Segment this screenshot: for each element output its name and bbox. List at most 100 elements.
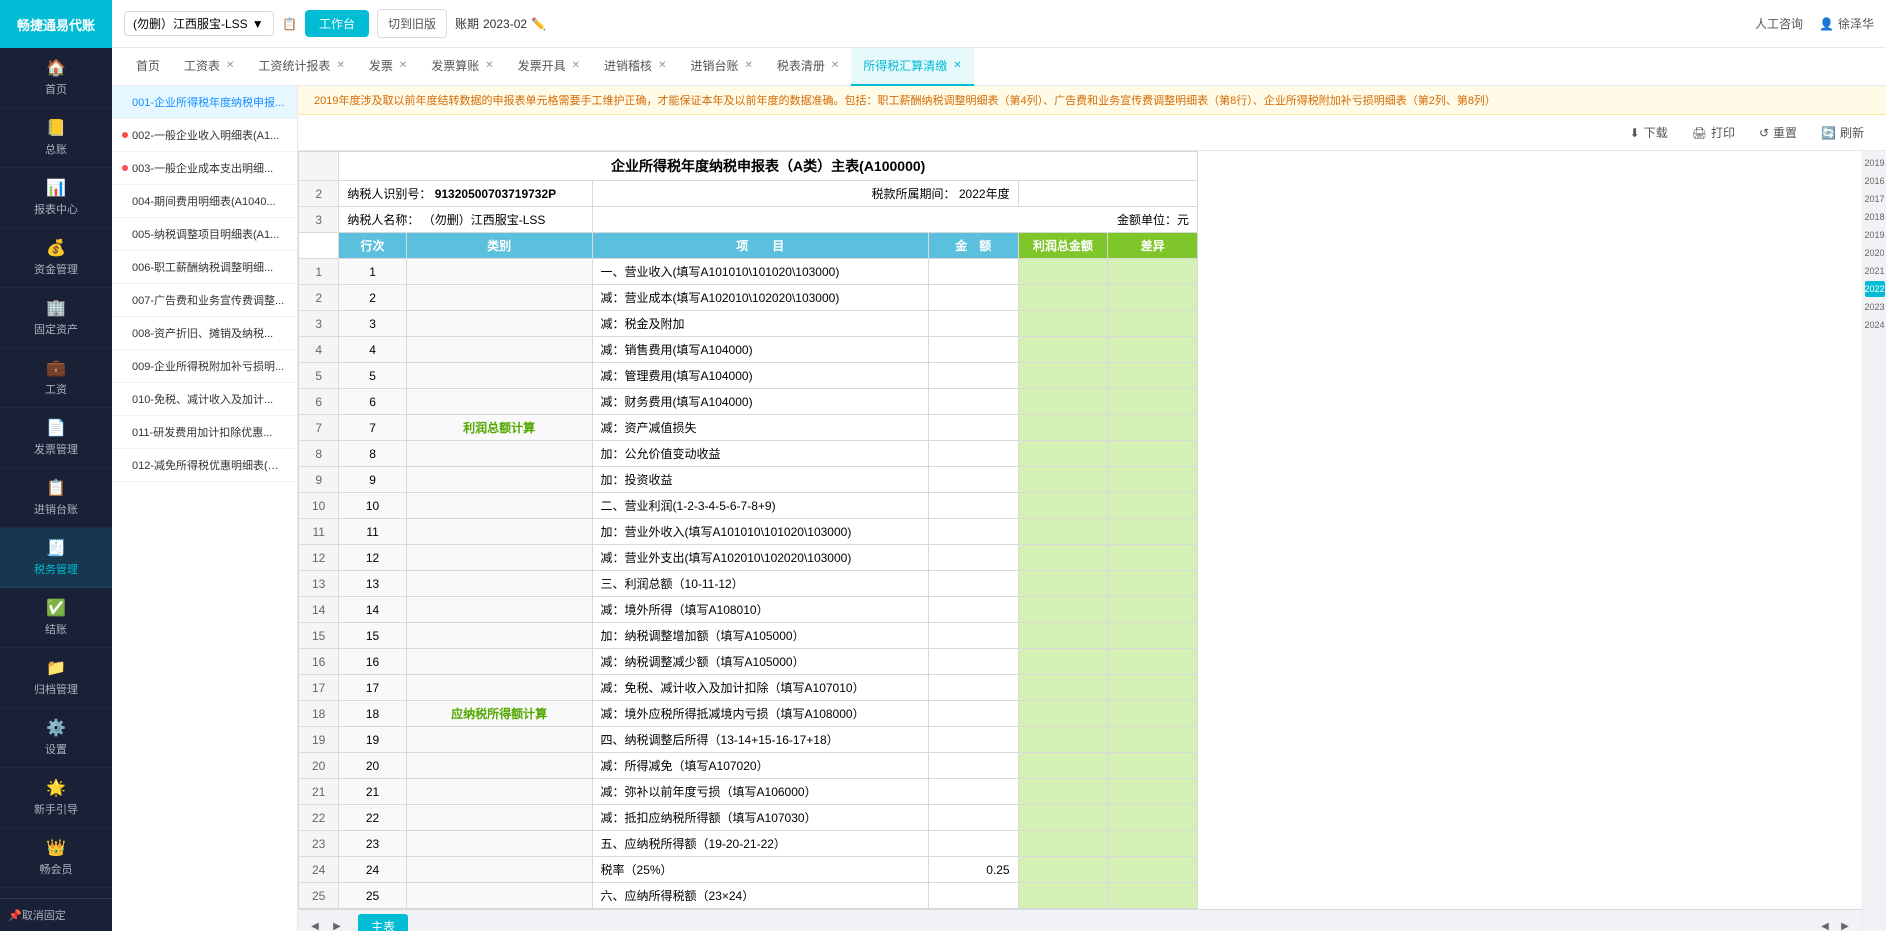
row-lirun-0[interactable]	[1018, 259, 1108, 285]
sidebar-item-general-ledger[interactable]: 📒总账	[0, 108, 112, 168]
row-chaiyi-8[interactable]	[1108, 467, 1198, 493]
row-chaiyi-17[interactable]	[1108, 701, 1198, 727]
tab-purchase-verify[interactable]: 进销稽核✕	[592, 48, 678, 86]
refresh-button[interactable]: 🔄 刷新	[1815, 121, 1870, 144]
edit-icon[interactable]: ✏️	[531, 17, 546, 31]
scroll-left[interactable]: ◀	[1816, 918, 1834, 931]
row-chaiyi-14[interactable]	[1108, 623, 1198, 649]
row-value-9[interactable]	[928, 493, 1018, 519]
row-chaiyi-7[interactable]	[1108, 441, 1198, 467]
row-lirun-5[interactable]	[1018, 389, 1108, 415]
list-item-006[interactable]: 006-职工薪酬纳税调整明细...	[112, 251, 297, 284]
tab-payroll[interactable]: 工资表✕	[172, 48, 246, 86]
tab-invoice-open[interactable]: 发票开具✕	[506, 48, 592, 86]
sidebar-item-settlement[interactable]: ✅结账	[0, 588, 112, 648]
row-value-6[interactable]	[928, 415, 1018, 441]
sidebar-item-tax-mgmt[interactable]: 🧾税务管理	[0, 528, 112, 588]
row-chaiyi-6[interactable]	[1108, 415, 1198, 441]
row-lirun-15[interactable]	[1018, 649, 1108, 675]
list-item-005[interactable]: 005-纳税调整项目明细表(A1...	[112, 218, 297, 251]
row-value-7[interactable]	[928, 441, 1018, 467]
row-lirun-10[interactable]	[1018, 519, 1108, 545]
prev-sheet[interactable]: ◀	[306, 918, 324, 931]
sheet-tab-main[interactable]: 主表	[358, 914, 408, 931]
row-value-14[interactable]	[928, 623, 1018, 649]
close-tab-tax-clear[interactable]: ✕	[831, 60, 839, 71]
tab-income-tax-calc[interactable]: 所得税汇算清缴✕	[851, 48, 973, 86]
row-chaiyi-21[interactable]	[1108, 805, 1198, 831]
row-lirun-19[interactable]	[1018, 753, 1108, 779]
timeline-year-2024[interactable]: 2024	[1865, 317, 1885, 333]
switch-version-button[interactable]: 切到旧版	[377, 9, 447, 38]
company-selector[interactable]: (勿删）江西服宝-LSS ▼	[124, 11, 274, 36]
row-lirun-14[interactable]	[1018, 623, 1108, 649]
row-chaiyi-11[interactable]	[1108, 545, 1198, 571]
scroll-right[interactable]: ▶	[1836, 918, 1854, 931]
row-value-0[interactable]	[928, 259, 1018, 285]
list-item-012[interactable]: 012-减免所得税优惠明细表(…	[112, 449, 297, 482]
human-service[interactable]: 人工咨询	[1755, 15, 1803, 32]
close-tab-payroll-stats[interactable]: ✕	[336, 60, 344, 71]
close-tab-purchase-verify[interactable]: ✕	[658, 60, 666, 71]
row-chaiyi-18[interactable]	[1108, 727, 1198, 753]
row-chaiyi-3[interactable]	[1108, 337, 1198, 363]
row-lirun-6[interactable]	[1018, 415, 1108, 441]
row-chaiyi-9[interactable]	[1108, 493, 1198, 519]
row-value-22[interactable]	[928, 831, 1018, 857]
row-value-21[interactable]	[928, 805, 1018, 831]
tab-payroll-stats[interactable]: 工资统计报表✕	[246, 48, 356, 86]
row-lirun-24[interactable]	[1018, 883, 1108, 909]
sidebar-item-archive-mgmt[interactable]: 📁归档管理	[0, 648, 112, 708]
tab-invoice[interactable]: 发票✕	[357, 48, 419, 86]
row-lirun-13[interactable]	[1018, 597, 1108, 623]
row-value-15[interactable]	[928, 649, 1018, 675]
row-value-13[interactable]	[928, 597, 1018, 623]
row-value-5[interactable]	[928, 389, 1018, 415]
spreadsheet-container[interactable]: 企业所得税年度纳税申报表（A类）主表(A100000)2 纳税人识别号： 913…	[298, 151, 1862, 931]
sidebar-item-payroll[interactable]: 💼工资	[0, 348, 112, 408]
row-lirun-7[interactable]	[1018, 441, 1108, 467]
list-item-001[interactable]: 001-企业所得税年度纳税申报...	[112, 86, 297, 119]
list-item-007[interactable]: 007-广告费和业务宣传费调整...	[112, 284, 297, 317]
sidebar-item-report-center[interactable]: 📊报表中心	[0, 168, 112, 228]
row-chaiyi-1[interactable]	[1108, 285, 1198, 311]
row-chaiyi-2[interactable]	[1108, 311, 1198, 337]
sidebar-item-fund-mgmt[interactable]: 💰资金管理	[0, 228, 112, 288]
row-chaiyi-0[interactable]	[1108, 259, 1198, 285]
sidebar-item-vip[interactable]: 👑畅会员	[0, 828, 112, 888]
row-value-2[interactable]	[928, 311, 1018, 337]
list-item-003[interactable]: 003-一般企业成本支出明细...	[112, 152, 297, 185]
sidebar-item-fixed-assets[interactable]: 🏢固定资产	[0, 288, 112, 348]
tab-sales-ledger-tab[interactable]: 进销台账✕	[678, 48, 764, 86]
row-lirun-18[interactable]	[1018, 727, 1108, 753]
row-lirun-4[interactable]	[1018, 363, 1108, 389]
row-value-16[interactable]	[928, 675, 1018, 701]
close-tab-invoice-calc[interactable]: ✕	[485, 60, 493, 71]
row-chaiyi-13[interactable]	[1108, 597, 1198, 623]
timeline-year-2019[interactable]: 2019	[1865, 155, 1885, 171]
timeline-year-2017[interactable]: 2017	[1865, 191, 1885, 207]
row-lirun-22[interactable]	[1018, 831, 1108, 857]
print-button[interactable]: 🖨 打印	[1686, 121, 1741, 144]
close-tab-payroll[interactable]: ✕	[226, 60, 234, 71]
row-chaiyi-5[interactable]	[1108, 389, 1198, 415]
row-value-20[interactable]	[928, 779, 1018, 805]
download-button[interactable]: ⬇ 下载	[1624, 121, 1674, 144]
row-value-18[interactable]	[928, 727, 1018, 753]
close-tab-invoice-open[interactable]: ✕	[572, 60, 580, 71]
timeline-year-2021[interactable]: 2021	[1865, 263, 1885, 279]
row-lirun-8[interactable]	[1018, 467, 1108, 493]
row-lirun-17[interactable]	[1018, 701, 1108, 727]
close-tab-invoice[interactable]: ✕	[399, 60, 407, 71]
row-chaiyi-19[interactable]	[1108, 753, 1198, 779]
row-chaiyi-20[interactable]	[1108, 779, 1198, 805]
row-value-8[interactable]	[928, 467, 1018, 493]
row-chaiyi-12[interactable]	[1108, 571, 1198, 597]
row-lirun-21[interactable]	[1018, 805, 1108, 831]
next-sheet[interactable]: ▶	[328, 918, 346, 931]
timeline-year-2020[interactable]: 2020	[1865, 245, 1885, 261]
sidebar-item-settings[interactable]: ⚙️设置	[0, 708, 112, 768]
workbench-button[interactable]: 工作台	[305, 10, 369, 37]
row-chaiyi-10[interactable]	[1108, 519, 1198, 545]
list-item-002[interactable]: 002-一般企业收入明细表(A1...	[112, 119, 297, 152]
